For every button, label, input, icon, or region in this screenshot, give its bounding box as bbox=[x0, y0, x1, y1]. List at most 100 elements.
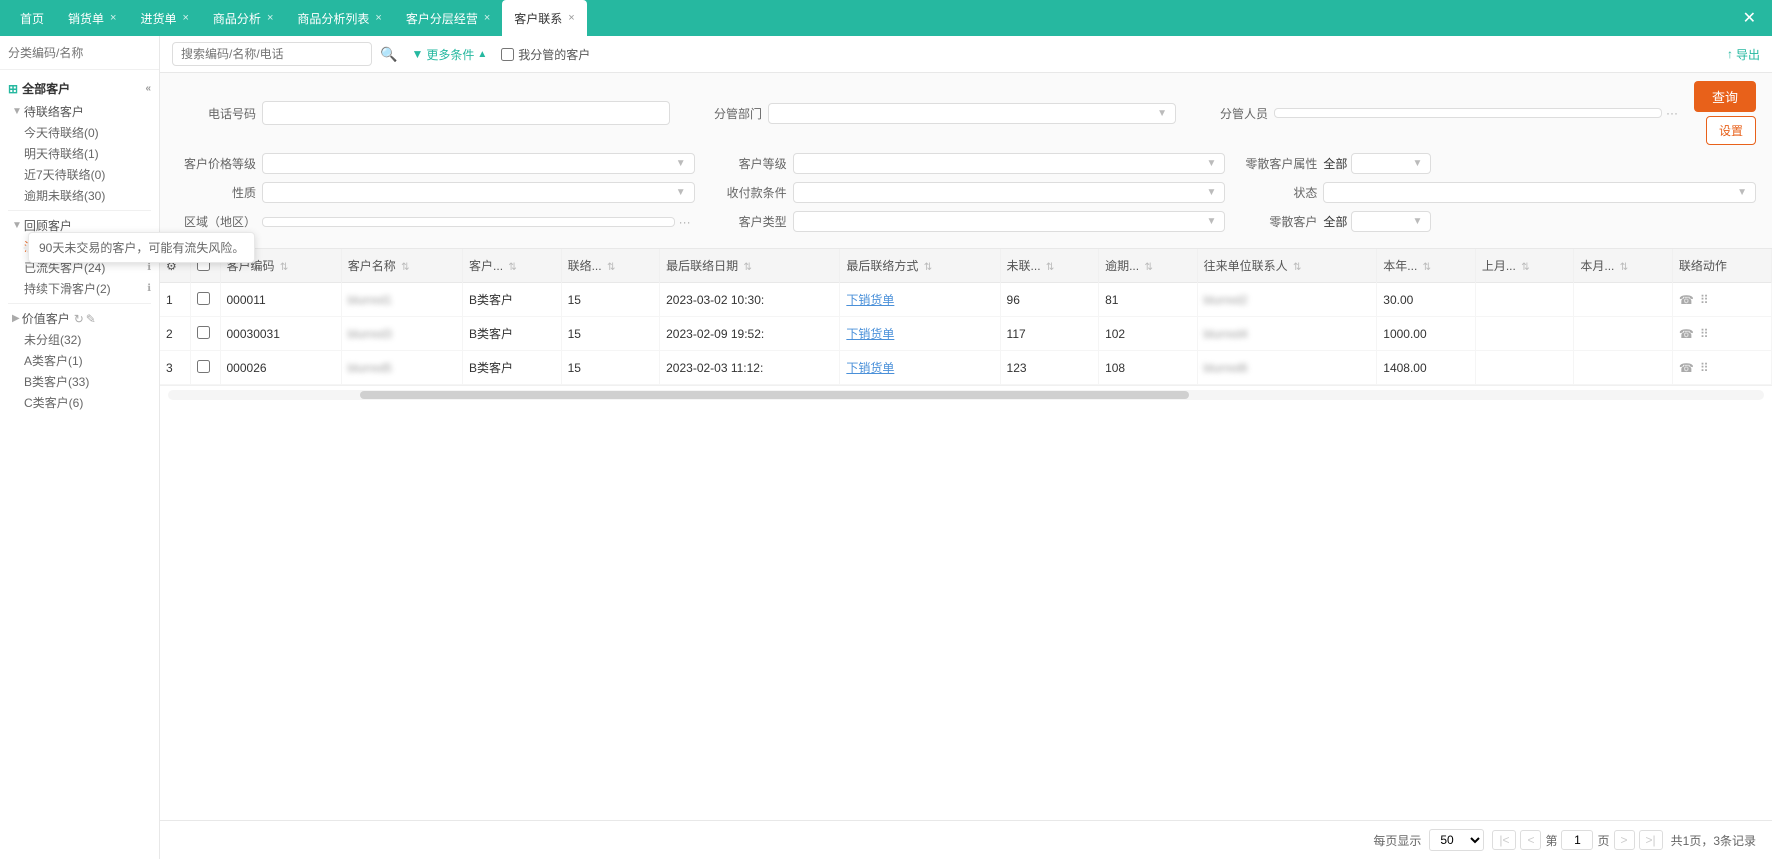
settings-button[interactable]: 设置 bbox=[1706, 116, 1756, 145]
cell-type-0: B类客户 bbox=[463, 283, 562, 317]
sidebar-item-class-c[interactable]: C类客户(6) bbox=[24, 392, 151, 413]
row-checkbox-2[interactable] bbox=[197, 360, 210, 373]
action-contact-icon-0[interactable]: ☎ bbox=[1679, 293, 1694, 307]
tab-customer-tier[interactable]: 客户分层经营 × bbox=[394, 0, 502, 36]
page-suffix: 页 bbox=[1597, 832, 1609, 849]
query-button[interactable]: 查询 bbox=[1694, 81, 1756, 112]
th-last-date[interactable]: 最后联络日期 ⇅ bbox=[660, 249, 840, 283]
region-dots[interactable]: ··· bbox=[675, 215, 695, 229]
th-current-year[interactable]: 本年... ⇅ bbox=[1377, 249, 1476, 283]
cell-seq-1: 2 bbox=[160, 317, 190, 351]
action-more-icon-1[interactable]: ⠿ bbox=[1700, 327, 1709, 341]
price-level-select[interactable]: ▼ bbox=[262, 153, 695, 174]
th-overdue[interactable]: 逾期... ⇅ bbox=[1099, 249, 1198, 283]
my-customers-checkbox-label[interactable]: 我分管的客户 bbox=[501, 46, 590, 63]
more-conditions-button[interactable]: ▼ 更多条件 ▲ bbox=[405, 43, 493, 66]
first-page-button[interactable]: |< bbox=[1492, 830, 1516, 850]
action-contact-icon-1[interactable]: ☎ bbox=[1679, 327, 1694, 341]
horizontal-scrollbar-thumb[interactable] bbox=[360, 391, 1190, 399]
sidebar-item-week-contact[interactable]: 近7天待联络(0) bbox=[24, 164, 151, 185]
customer-type-select[interactable]: ▼ bbox=[793, 211, 1226, 232]
phone-input[interactable] bbox=[262, 101, 670, 125]
edit-icon[interactable]: ✎ bbox=[86, 312, 96, 326]
status-select[interactable]: ▼ bbox=[1323, 182, 1756, 203]
sidebar-item-tomorrow-contact[interactable]: 明天待联络(1) bbox=[24, 143, 151, 164]
close-tab-customer-tier[interactable]: × bbox=[484, 12, 490, 24]
person-select[interactable] bbox=[1274, 108, 1662, 118]
zero-retail-attr-select[interactable]: ▼ bbox=[1351, 153, 1431, 174]
th-type[interactable]: 客户... ⇅ bbox=[463, 249, 562, 283]
close-tab-sales-order[interactable]: × bbox=[110, 12, 116, 24]
nature-label: 性质 bbox=[176, 184, 256, 201]
tab-home[interactable]: 首页 bbox=[8, 0, 56, 36]
cell-last-method-2[interactable]: 下销货单 bbox=[840, 351, 1000, 385]
region-select[interactable] bbox=[262, 217, 675, 227]
action-more-icon-0[interactable]: ⠿ bbox=[1700, 293, 1709, 307]
tab-product-analysis-list[interactable]: 商品分析列表 × bbox=[285, 0, 393, 36]
next-page-button[interactable]: > bbox=[1614, 830, 1635, 850]
last-page-button[interactable]: >| bbox=[1639, 830, 1663, 850]
cell-check-0[interactable] bbox=[190, 283, 220, 317]
nature-select[interactable]: ▼ bbox=[262, 182, 695, 203]
window-close-button[interactable]: ✕ bbox=[1735, 4, 1764, 32]
sidebar-item-class-b[interactable]: B类客户(33) bbox=[24, 371, 151, 392]
th-name[interactable]: 客户名称 ⇅ bbox=[341, 249, 462, 283]
sidebar-pending-contact-group[interactable]: ▼ 待联络客户 bbox=[8, 101, 151, 122]
main-search-input[interactable] bbox=[172, 42, 372, 66]
cell-last-date-1: 2023-02-09 19:52: bbox=[660, 317, 840, 351]
table-row: 1 000011 blurred1 B类客户 15 2023-03-02 10:… bbox=[160, 283, 1772, 317]
cell-last-method-1[interactable]: 下销货单 bbox=[840, 317, 1000, 351]
person-dots[interactable]: ··· bbox=[1662, 106, 1682, 120]
refresh-icon[interactable]: ↻ bbox=[74, 312, 84, 326]
tab-sales-order[interactable]: 销货单 × bbox=[56, 0, 128, 36]
zero-retail-select[interactable]: ▼ bbox=[1351, 211, 1431, 232]
caret-icon: ▲ bbox=[477, 49, 487, 60]
action-more-icon-2[interactable]: ⠿ bbox=[1700, 361, 1709, 375]
th-current-month[interactable]: 本月... ⇅ bbox=[1574, 249, 1673, 283]
cell-name-2: blurred5 bbox=[341, 351, 462, 385]
cell-actions-2: ☎ ⠿ bbox=[1672, 351, 1771, 385]
tab-product-analysis[interactable]: 商品分析 × bbox=[201, 0, 285, 36]
action-contact-icon-2[interactable]: ☎ bbox=[1679, 361, 1694, 375]
close-tab-product-analysis[interactable]: × bbox=[267, 12, 273, 24]
export-icon: ↑ bbox=[1727, 47, 1733, 61]
sidebar-item-ungrouped[interactable]: 未分组(32) bbox=[24, 329, 151, 350]
cell-last-date-2: 2023-02-03 11:12: bbox=[660, 351, 840, 385]
sidebar-item-class-a[interactable]: A类客户(1) bbox=[24, 350, 151, 371]
sidebar-all-customers[interactable]: ⊞ 全部客户 « bbox=[8, 76, 151, 101]
tab-customer-contact[interactable]: 客户联系 × bbox=[502, 0, 586, 36]
sidebar-item-today-contact[interactable]: 今天待联络(0) bbox=[24, 122, 151, 143]
cell-check-1[interactable] bbox=[190, 317, 220, 351]
prev-page-button[interactable]: < bbox=[1520, 830, 1541, 850]
sidebar-search-input[interactable] bbox=[8, 46, 160, 60]
page-size-select[interactable]: 50 100 200 bbox=[1429, 829, 1484, 851]
tab-purchase-order[interactable]: 进货单 × bbox=[128, 0, 200, 36]
customer-level-select[interactable]: ▼ bbox=[793, 153, 1226, 174]
row-checkbox-1[interactable] bbox=[197, 326, 210, 339]
cell-not-contacted-0: 96 bbox=[1000, 283, 1099, 317]
sidebar-valued-customers-group[interactable]: ▶ 价值客户 ↻ ✎ bbox=[8, 308, 151, 329]
phone-label: 电话号码 bbox=[176, 105, 256, 122]
cell-last-method-0[interactable]: 下销货单 bbox=[840, 283, 1000, 317]
payment-select[interactable]: ▼ bbox=[793, 182, 1226, 203]
sort-icon-name: ⇅ bbox=[401, 262, 409, 273]
my-customers-checkbox[interactable] bbox=[501, 48, 514, 61]
close-tab-purchase-order[interactable]: × bbox=[182, 12, 188, 24]
th-last-month[interactable]: 上月... ⇅ bbox=[1475, 249, 1574, 283]
page-number-input[interactable] bbox=[1561, 830, 1593, 850]
sidebar-item-overdue-contact[interactable]: 逾期未联络(30) bbox=[24, 185, 151, 206]
close-tab-customer-contact[interactable]: × bbox=[568, 12, 574, 24]
close-tab-product-analysis-list[interactable]: × bbox=[375, 12, 381, 24]
main-search-icon[interactable]: 🔍 bbox=[380, 46, 397, 63]
dept-select[interactable]: ▼ bbox=[768, 103, 1176, 124]
sidebar-item-declining[interactable]: 持续下滑客户(2) ℹ bbox=[24, 278, 151, 299]
sort-icon-last-date: ⇅ bbox=[743, 262, 751, 273]
row-checkbox-0[interactable] bbox=[197, 292, 210, 305]
th-last-method[interactable]: 最后联络方式 ⇅ bbox=[840, 249, 1000, 283]
cell-check-2[interactable] bbox=[190, 351, 220, 385]
th-contact-count[interactable]: 联络... ⇅ bbox=[561, 249, 660, 283]
th-partner-contact[interactable]: 往来单位联系人 ⇅ bbox=[1197, 249, 1377, 283]
cell-last-date-0: 2023-03-02 10:30: bbox=[660, 283, 840, 317]
th-not-contacted[interactable]: 未联... ⇅ bbox=[1000, 249, 1099, 283]
export-button[interactable]: ↑ 导出 bbox=[1727, 46, 1760, 63]
